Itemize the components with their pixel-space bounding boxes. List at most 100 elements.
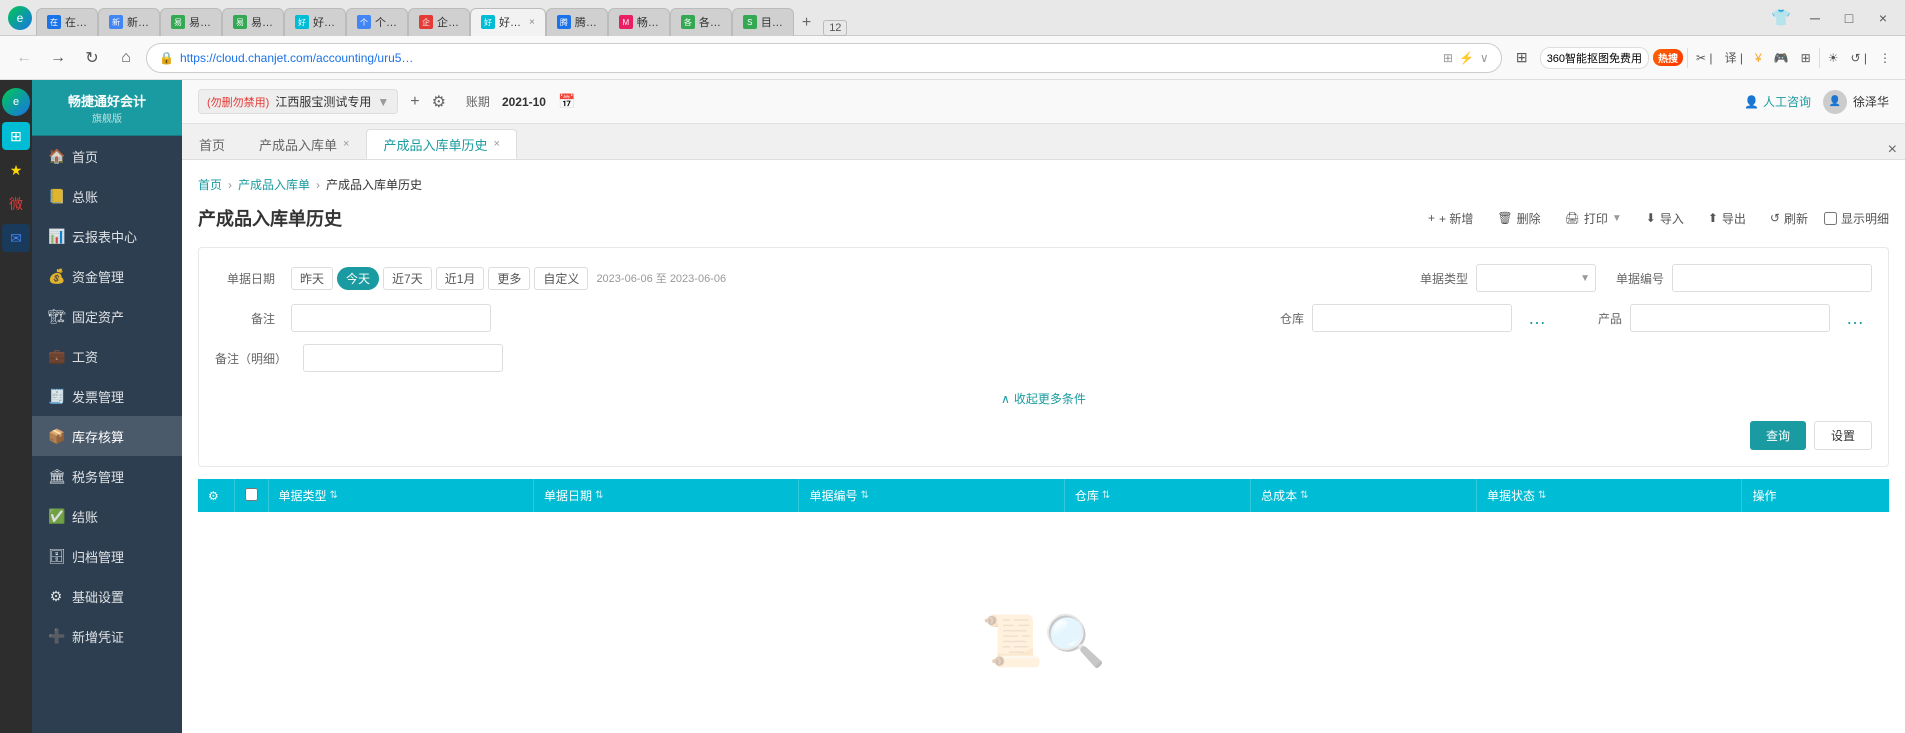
more-tool[interactable]: ⋮ <box>1875 51 1895 65</box>
browser-tab-1[interactable]: 在 在… <box>36 8 98 36</box>
th-status[interactable]: 单据状态 ⇅ <box>1477 479 1742 512</box>
tab-count-badge[interactable]: 12 <box>823 20 847 36</box>
company-selector[interactable]: (勿删勿禁用) 江西服宝测试专用 ▼ <box>198 89 398 114</box>
week-btn[interactable]: 近7天 <box>383 267 432 290</box>
collapse-bar[interactable]: ∧ 收起更多条件 <box>215 384 1872 413</box>
more-date-btn[interactable]: 更多 <box>488 267 530 290</box>
warehouse-filter-input[interactable] <box>1312 304 1512 332</box>
browser-tab-11[interactable]: 各 各… <box>670 8 732 36</box>
print-button[interactable]: 🖨 打印 ▼ <box>1557 206 1630 231</box>
icon-sidebar-main[interactable]: ⊞ <box>2 122 30 150</box>
content-close-button[interactable]: × <box>1888 141 1897 159</box>
nav-item-fixed-assets[interactable]: 🏗 固定资产 <box>32 296 182 336</box>
nav-item-settings[interactable]: ⚙ 基础设置 <box>32 576 182 616</box>
browser-tab-5[interactable]: 好 好… <box>284 8 346 36</box>
tab-history[interactable]: 产成品入库单历史 × <box>366 129 516 159</box>
browser-tab-10[interactable]: M 畅… <box>608 8 670 36</box>
nav-item-new-bill[interactable]: ➕ 新增凭证 <box>32 616 182 656</box>
icon-sidebar-social[interactable]: 微 <box>2 190 30 218</box>
nav-item-invoice[interactable]: 🧾 发票管理 <box>32 376 182 416</box>
month-btn[interactable]: 近1月 <box>436 267 485 290</box>
th-checkbox[interactable] <box>234 479 268 512</box>
user-service-button[interactable]: 👤 人工咨询 <box>1744 93 1811 110</box>
grid-tool[interactable]: ⊞ <box>1797 51 1815 65</box>
refresh-page-button[interactable]: ↺ 刷新 <box>1762 206 1816 231</box>
new-tab-button[interactable]: + <box>794 10 819 36</box>
close-button[interactable]: × <box>1869 4 1897 32</box>
th-total-cost[interactable]: 总成本 ⇅ <box>1251 479 1477 512</box>
browser-tab-3[interactable]: 易 易… <box>160 8 222 36</box>
browser-tab-12[interactable]: S 目… <box>732 8 794 36</box>
browser-tab-7[interactable]: 企 企… <box>408 8 470 36</box>
header-settings-button[interactable]: ⚙ <box>432 92 446 112</box>
home-button[interactable]: ⌂ <box>112 44 140 72</box>
new-button[interactable]: + + 新增 <box>1420 206 1481 231</box>
forward-button[interactable]: → <box>44 44 72 72</box>
browser-tab-8[interactable]: 好 好… × <box>470 8 546 36</box>
delete-button[interactable]: 🗑 删除 <box>1489 206 1548 231</box>
th-number[interactable]: 单据编号 ⇅ <box>799 479 1064 512</box>
custom-date-btn[interactable]: 自定义 <box>534 267 588 290</box>
browser-tab-9[interactable]: 腾 腾… <box>546 8 608 36</box>
show-columns-option[interactable]: 显示明细 <box>1824 210 1889 227</box>
nav-item-tax[interactable]: 🏛 税务管理 <box>32 456 182 496</box>
browser-tab-4[interactable]: 易 易… <box>222 8 284 36</box>
nav-item-checkout[interactable]: ✅ 结账 <box>32 496 182 536</box>
detail-note-filter-input[interactable] <box>303 344 503 372</box>
address-bar[interactable]: 🔒 https://cloud.chanjet.com/accounting/u… <box>146 43 1502 73</box>
brightness-tool[interactable]: ☀ <box>1824 51 1843 65</box>
tab-list[interactable]: 产成品入库单 × <box>242 129 366 159</box>
warehouse-dots[interactable]: … <box>1520 308 1554 329</box>
yesterday-btn[interactable]: 昨天 <box>291 267 333 290</box>
window-shirt-icon[interactable]: 👕 <box>1767 4 1795 32</box>
user-profile[interactable]: 👤 徐泽华 <box>1823 90 1889 114</box>
nav-item-inventory[interactable]: 📦 库存核算 <box>32 416 182 456</box>
reload-tool[interactable]: ↺ | <box>1846 51 1871 65</box>
browser-tab-6[interactable]: 个 个… <box>346 8 408 36</box>
th-date[interactable]: 单据日期 ⇅ <box>533 479 798 512</box>
select-all-checkbox[interactable] <box>245 488 258 501</box>
import-button[interactable]: ⬇ 导入 <box>1638 206 1692 231</box>
tab-home[interactable]: 首页 <box>182 129 242 159</box>
nav-item-archive[interactable]: 🗄 归档管理 <box>32 536 182 576</box>
filter-settings-button[interactable]: 设置 <box>1814 421 1872 450</box>
add-company-button[interactable]: + <box>410 93 419 111</box>
translate-tool[interactable]: 译 | <box>1721 49 1747 66</box>
tab-history-close[interactable]: × <box>493 138 499 150</box>
query-button[interactable]: 查询 <box>1750 421 1806 450</box>
calendar-icon[interactable]: 📅 <box>558 93 575 110</box>
icon-sidebar-star[interactable]: ★ <box>2 156 30 184</box>
nav-item-ledger[interactable]: 📒 总账 <box>32 176 182 216</box>
nav-item-reports[interactable]: 📊 云报表中心 <box>32 216 182 256</box>
th-warehouse[interactable]: 仓库 ⇅ <box>1064 479 1250 512</box>
extensions-toolbar-icon[interactable]: ⊞ <box>1508 44 1536 72</box>
nav-item-home[interactable]: 🏠 首页 <box>32 136 182 176</box>
back-button[interactable]: ← <box>10 44 38 72</box>
breadcrumb-home[interactable]: 首页 <box>198 176 222 193</box>
refresh-button[interactable]: ↻ <box>78 44 106 72</box>
export-button[interactable]: ⬆ 导出 <box>1700 206 1754 231</box>
th-type[interactable]: 单据类型 ⇅ <box>268 479 533 512</box>
nav-item-funds[interactable]: 💰 资金管理 <box>32 256 182 296</box>
breadcrumb-list[interactable]: 产成品入库单 <box>238 176 310 193</box>
number-filter-input[interactable] <box>1672 264 1872 292</box>
tab-close-8[interactable]: × <box>529 17 535 28</box>
th-gear[interactable]: ⚙ <box>198 479 234 512</box>
icon-sidebar-mail[interactable]: ✉ <box>2 224 30 252</box>
game-tool[interactable]: 🎮 <box>1770 51 1793 65</box>
currency-tool[interactable]: ¥ <box>1751 51 1766 65</box>
show-columns-checkbox[interactable] <box>1824 212 1837 225</box>
minimize-button[interactable]: ─ <box>1801 4 1829 32</box>
type-select[interactable] <box>1476 264 1596 292</box>
maximize-button[interactable]: □ <box>1835 4 1863 32</box>
tab-list-close[interactable]: × <box>343 138 349 150</box>
dropdown-icon[interactable]: ∨ <box>1480 51 1489 65</box>
search-toolbar-label[interactable]: 360智能抠图免费用 <box>1540 47 1649 69</box>
today-btn[interactable]: 今天 <box>337 267 379 290</box>
scissors-tool[interactable]: ✂ | <box>1692 51 1717 65</box>
note-filter-input[interactable] <box>291 304 491 332</box>
product-filter-input[interactable] <box>1630 304 1830 332</box>
browser-tab-2[interactable]: 新 新… <box>98 8 160 36</box>
nav-item-payroll[interactable]: 💼 工资 <box>32 336 182 376</box>
product-dots[interactable]: … <box>1838 308 1872 329</box>
